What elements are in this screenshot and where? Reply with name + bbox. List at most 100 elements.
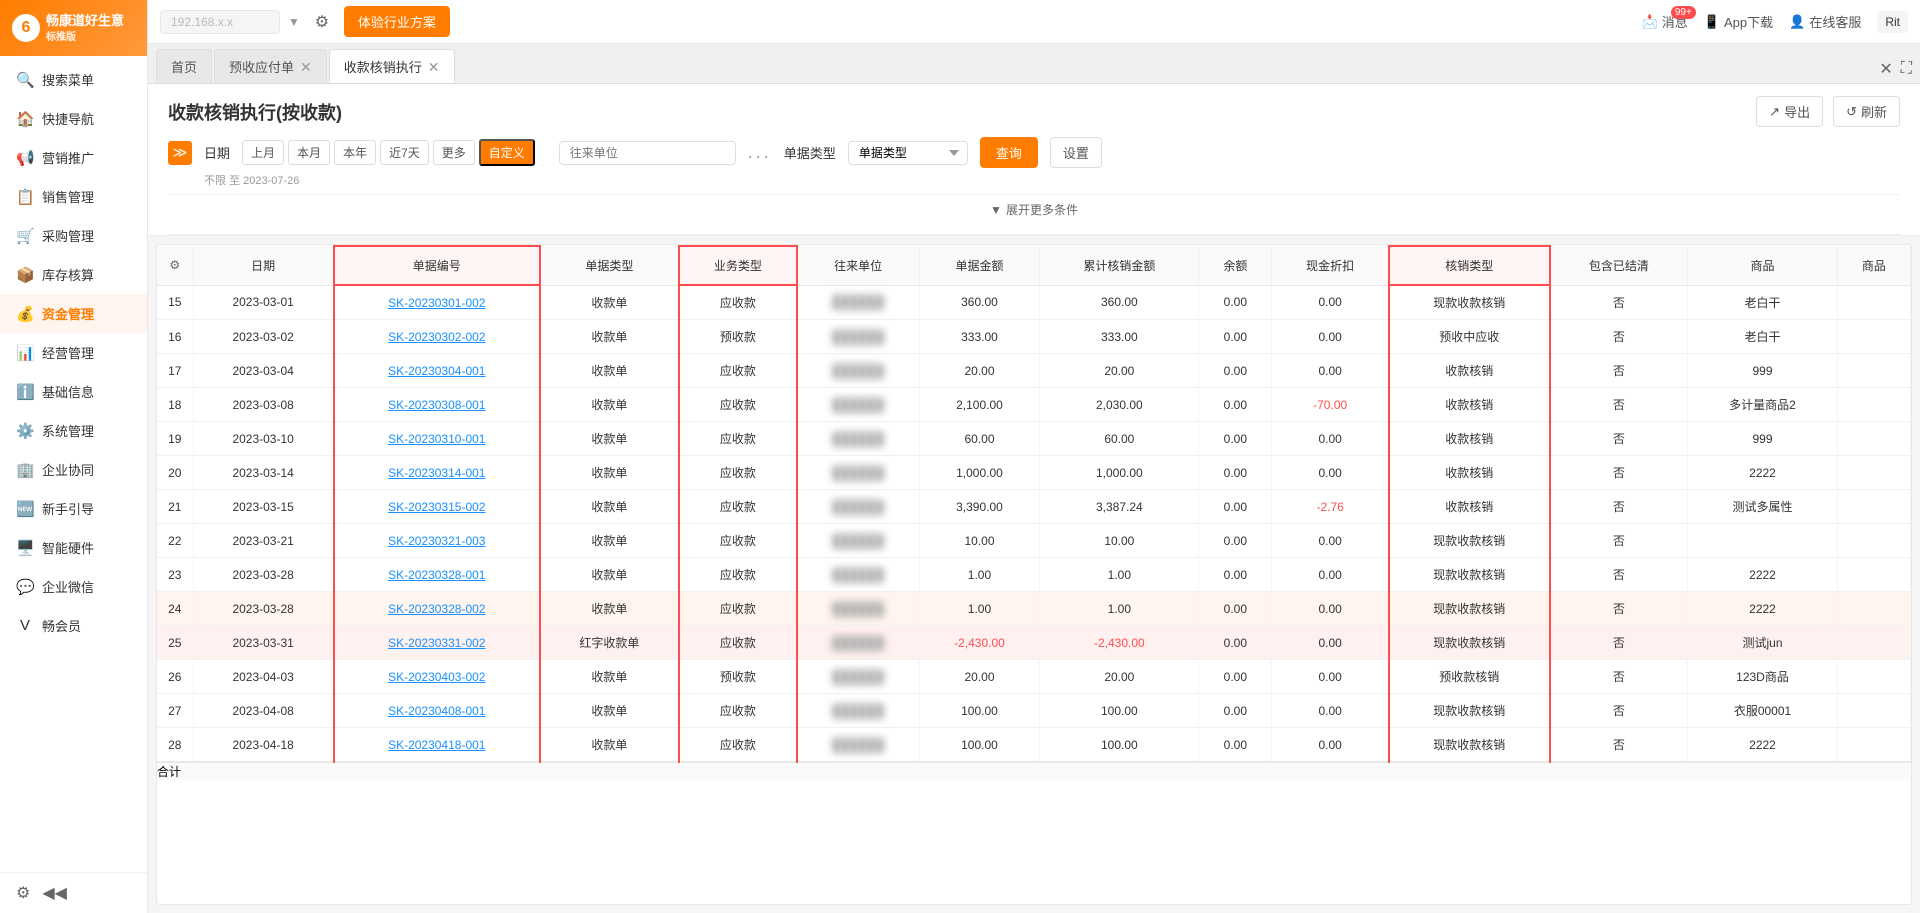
date-btn-more[interactable]: 更多 [433, 140, 475, 165]
topbar-service-btn[interactable]: 👤 在线客服 [1789, 12, 1861, 31]
page-header: 收款核销执行(按收款) ↗ 导出 ↺ 刷新 ≫ 日期 [148, 84, 1920, 236]
sidebar-item-basic[interactable]: ℹ️ 基础信息 [0, 372, 147, 411]
date-btn-custom[interactable]: 自定义 [479, 139, 535, 166]
topbar-app-btn[interactable]: 📱 App下载 [1704, 12, 1773, 31]
table-row[interactable]: 272023-04-08SK-20230408-001收款单应收款██████1… [157, 694, 1911, 728]
table-row[interactable]: 232023-03-28SK-20230328-001收款单应收款██████1… [157, 558, 1911, 592]
settings-gear-icon[interactable]: ⚙ [16, 883, 30, 903]
cell-bill-no[interactable]: SK-20230418-001 [334, 728, 540, 763]
cell-bill-type: 收款单 [540, 388, 679, 422]
tab-prereceipt[interactable]: 预收应付单 ✕ [214, 49, 327, 83]
cell-idx: 18 [157, 388, 193, 422]
cell-product: 衣服00001 [1688, 694, 1837, 728]
sidebar-item-hardware[interactable]: 🖥️ 智能硬件 [0, 528, 147, 567]
table-row[interactable]: 262023-04-03SK-20230403-002收款单预收款██████2… [157, 660, 1911, 694]
sidebar-item-finance[interactable]: 💰 资金管理 [0, 294, 147, 333]
setting-button[interactable]: 设置 [1050, 137, 1102, 168]
date-btn-this-year[interactable]: 本年 [334, 140, 376, 165]
tab-receipt-cancel[interactable]: 收款核销执行 ✕ [329, 49, 455, 83]
expand-window-icon[interactable]: ⛶ [1901, 60, 1912, 78]
topbar-message-btn[interactable]: 📩 消息 99+ [1642, 12, 1688, 31]
cell-cancel-type: 预收中应收 [1389, 320, 1550, 354]
cell-biz-type: 应收款 [679, 728, 797, 763]
table-settings-icon[interactable]: ⚙ [169, 258, 180, 272]
cell-product2 [1837, 558, 1910, 592]
topbar-gear-icon[interactable]: ⚙ [308, 8, 336, 36]
date-range-display: 不限 至 2023-07-26 [204, 175, 299, 187]
topbar-dropdown-icon[interactable]: ▼ [288, 15, 300, 29]
sidebar-item-marketing[interactable]: 📢 营销推广 [0, 138, 147, 177]
export-button[interactable]: ↗ 导出 [1756, 96, 1823, 127]
table-row[interactable]: 222023-03-21SK-20230321-003收款单应收款██████1… [157, 524, 1911, 558]
table-row[interactable]: 252023-03-31SK-20230331-002红字收款单应收款█████… [157, 626, 1911, 660]
cell-amount: 20.00 [919, 660, 1040, 694]
cell-bill-no[interactable]: SK-20230328-002 [334, 592, 540, 626]
solution-button[interactable]: 体验行业方案 [344, 6, 450, 37]
content-area: 收款核销执行(按收款) ↗ 导出 ↺ 刷新 ≫ 日期 [148, 84, 1920, 913]
sidebar-item-search[interactable]: 🔍 搜索菜单 [0, 60, 147, 99]
table-row[interactable]: 162023-03-02SK-20230302-002收款单预收款██████3… [157, 320, 1911, 354]
sidebar-item-sales[interactable]: 📋 销售管理 [0, 177, 147, 216]
sidebar-item-company[interactable]: 🏢 企业协同 [0, 450, 147, 489]
refresh-button[interactable]: ↺ 刷新 [1833, 96, 1900, 127]
counterpart-input[interactable] [559, 141, 736, 165]
sidebar-item-label: 销售管理 [42, 187, 94, 206]
close-window-icon[interactable]: ✕ [1879, 59, 1892, 79]
cell-bill-no[interactable]: SK-20230302-002 [334, 320, 540, 354]
cell-biz-type: 应收款 [679, 490, 797, 524]
col-header-cash-discount: 现金折扣 [1272, 246, 1389, 285]
date-btn-last-month[interactable]: 上月 [242, 140, 284, 165]
tab-home[interactable]: 首页 [156, 49, 212, 83]
cell-bill-no[interactable]: SK-20230321-003 [334, 524, 540, 558]
cell-bill-no[interactable]: SK-20230310-001 [334, 422, 540, 456]
sidebar-item-shortcut[interactable]: 🏠 快捷导航 [0, 99, 147, 138]
sidebar-item-purchase[interactable]: 🛒 采购管理 [0, 216, 147, 255]
table-row[interactable]: 182023-03-08SK-20230308-001收款单应收款██████2… [157, 388, 1911, 422]
sidebar-item-guide[interactable]: 🆕 新手引导 [0, 489, 147, 528]
expand-more-btn[interactable]: ▼ 展开更多条件 [168, 194, 1900, 224]
cell-amount: 1,000.00 [919, 456, 1040, 490]
cell-bill-no[interactable]: SK-20230408-001 [334, 694, 540, 728]
col-header-settings[interactable]: ⚙ [157, 246, 193, 285]
guide-icon: 🆕 [16, 500, 34, 518]
tab-close-icon[interactable]: ✕ [428, 60, 440, 74]
cell-cash-discount: 0.00 [1272, 558, 1389, 592]
collapse-icon[interactable]: ◀◀ [42, 883, 67, 903]
date-btn-7days[interactable]: 近7天 [380, 140, 429, 165]
cell-bill-type: 收款单 [540, 456, 679, 490]
cell-bill-no[interactable]: SK-20230328-001 [334, 558, 540, 592]
data-table: ⚙ 日期 单据编号 单据类型 业务类型 往来单位 单据金额 累计核销金额 余额 … [157, 245, 1911, 780]
tab-label: 预收应付单 [229, 57, 294, 76]
table-row[interactable]: 212023-03-15SK-20230315-002收款单应收款██████3… [157, 490, 1911, 524]
cell-bill-no[interactable]: SK-20230315-002 [334, 490, 540, 524]
date-btn-this-month[interactable]: 本月 [288, 140, 330, 165]
receipt-type-select[interactable]: 单据类型 收款单 红字收款单 [848, 141, 968, 165]
cell-bill-no[interactable]: SK-20230301-002 [334, 285, 540, 320]
cell-idx: 17 [157, 354, 193, 388]
cell-bill-no[interactable]: SK-20230304-001 [334, 354, 540, 388]
table-row[interactable]: 202023-03-14SK-20230314-001收款单应收款██████1… [157, 456, 1911, 490]
cell-bill-no[interactable]: SK-20230331-002 [334, 626, 540, 660]
sidebar-item-inventory[interactable]: 📦 库存核算 [0, 255, 147, 294]
tab-close-icon[interactable]: ✕ [300, 60, 312, 74]
table-row[interactable]: 172023-03-04SK-20230304-001收款单应收款██████2… [157, 354, 1911, 388]
cell-amount: 100.00 [919, 728, 1040, 763]
filter-dots: ... [748, 142, 772, 163]
sidebar-item-system[interactable]: ⚙️ 系统管理 [0, 411, 147, 450]
sidebar-item-wechat[interactable]: 💬 企业微信 [0, 567, 147, 606]
sidebar-item-member[interactable]: V 畅会员 [0, 606, 147, 645]
cell-bill-no[interactable]: SK-20230403-002 [334, 660, 540, 694]
table-row[interactable]: 282023-04-18SK-20230418-001收款单应收款██████1… [157, 728, 1911, 763]
cell-product2 [1837, 285, 1910, 320]
sidebar-item-operation[interactable]: 📊 经营管理 [0, 333, 147, 372]
table-row[interactable]: 192023-03-10SK-20230310-001收款单应收款██████6… [157, 422, 1911, 456]
cell-bill-no[interactable]: SK-20230314-001 [334, 456, 540, 490]
filter-expand-button[interactable]: ≫ [168, 141, 192, 165]
cell-date: 2023-04-08 [193, 694, 334, 728]
message-badge: 99+ [1671, 6, 1696, 19]
table-row[interactable]: 152023-03-01SK-20230301-002收款单应收款██████3… [157, 285, 1911, 320]
cell-bill-no[interactable]: SK-20230308-001 [334, 388, 540, 422]
company-icon: 🏢 [16, 461, 34, 479]
table-row[interactable]: 242023-03-28SK-20230328-002收款单应收款██████1… [157, 592, 1911, 626]
query-button[interactable]: 查询 [980, 137, 1038, 168]
